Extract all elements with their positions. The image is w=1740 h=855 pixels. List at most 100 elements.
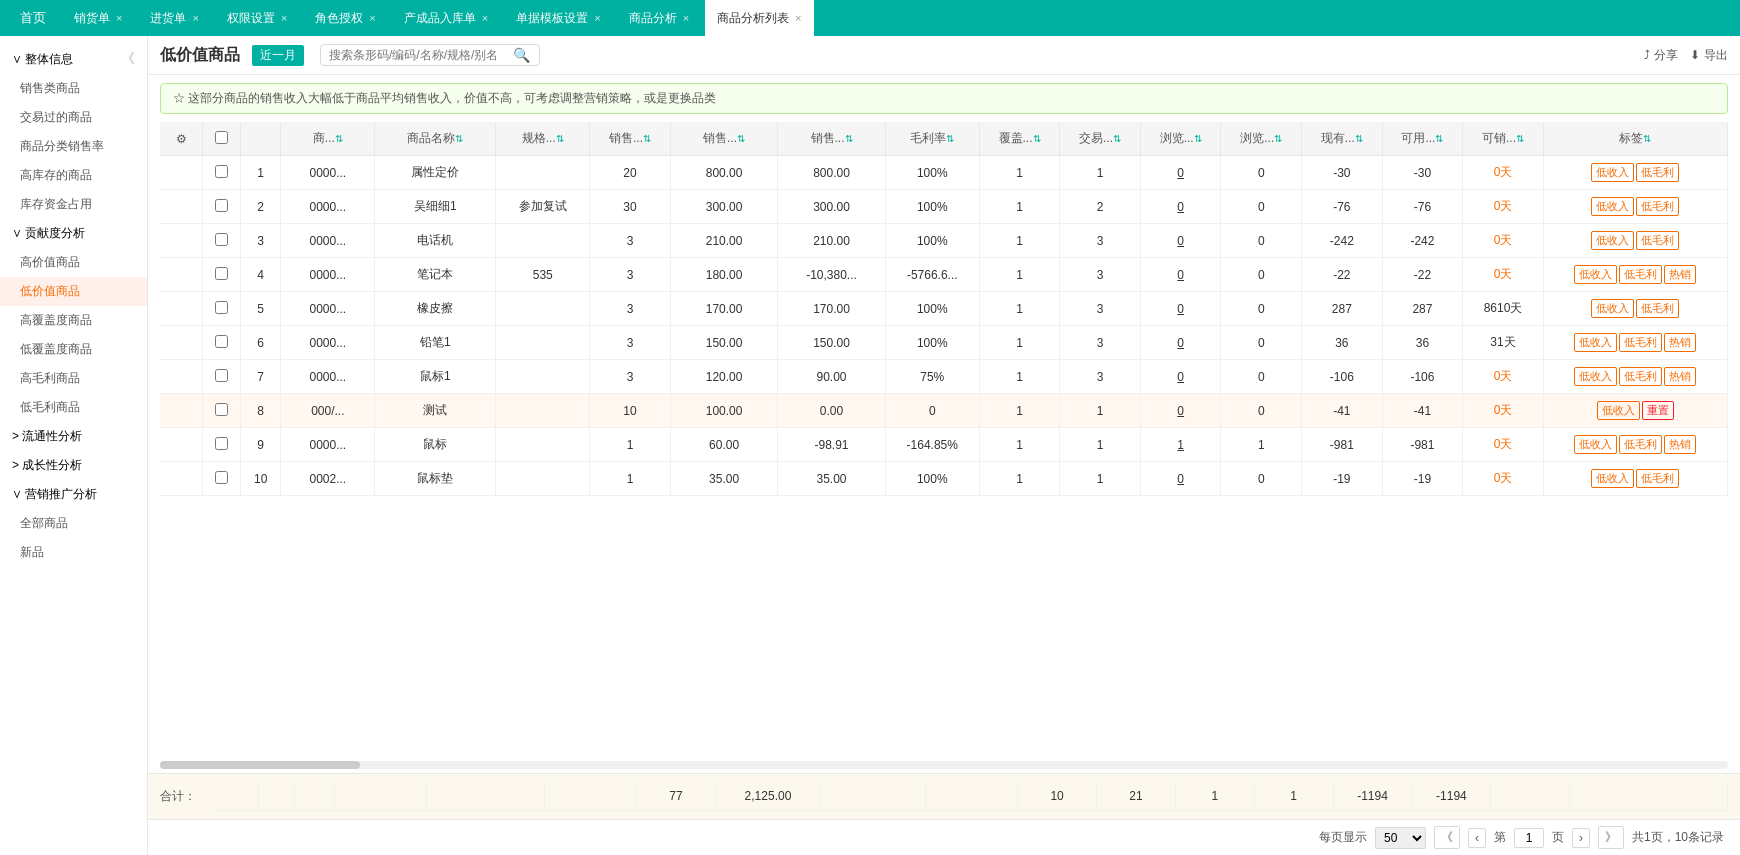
th-sales1[interactable]: 销售...⇅ [590, 122, 671, 156]
th-sales3[interactable]: 销售...⇅ [778, 122, 885, 156]
nav-tab-warehouse[interactable]: 产成品入库单 × [392, 0, 500, 36]
th-sellable[interactable]: 可销...⇅ [1463, 122, 1544, 156]
th-available[interactable]: 可用...⇅ [1382, 122, 1463, 156]
td-browse1[interactable]: 0 [1140, 156, 1221, 190]
td-browse1[interactable]: 0 [1140, 224, 1221, 258]
th-checkbox[interactable] [203, 122, 241, 156]
sidebar-item-low-coverage[interactable]: 低覆盖度商品 [0, 335, 147, 364]
sidebar-group-header-growth[interactable]: > 成长性分析 [0, 451, 147, 480]
sidebar-item-high-coverage[interactable]: 高覆盖度商品 [0, 306, 147, 335]
td-checkbox[interactable] [203, 462, 241, 496]
td-browse1[interactable]: 0 [1140, 292, 1221, 326]
sidebar-item-traded[interactable]: 交易过的商品 [0, 103, 147, 132]
browse1-link[interactable]: 0 [1177, 472, 1184, 486]
th-coverage[interactable]: 覆盖...⇅ [979, 122, 1060, 156]
scrollbar-thumb[interactable] [160, 761, 360, 769]
export-button[interactable]: ⬇ 导出 [1690, 47, 1728, 64]
td-checkbox[interactable] [203, 326, 241, 360]
td-checkbox[interactable] [203, 394, 241, 428]
browse1-link[interactable]: 0 [1177, 234, 1184, 248]
td-browse1[interactable]: 1 [1140, 428, 1221, 462]
td-checkbox[interactable] [203, 190, 241, 224]
td-checkbox[interactable] [203, 258, 241, 292]
td-checkbox[interactable] [203, 360, 241, 394]
close-sales-tab[interactable]: × [116, 12, 122, 24]
sidebar-item-all-products[interactable]: 全部商品 [0, 509, 147, 538]
th-code[interactable]: 商...⇅ [281, 122, 375, 156]
row-checkbox[interactable] [215, 301, 228, 314]
sidebar-group-header-overall[interactable]: ∨ 整体信息 《 [0, 44, 147, 74]
td-checkbox[interactable] [203, 224, 241, 258]
nav-tab-analysis[interactable]: 商品分析 × [617, 0, 701, 36]
page-size-select[interactable]: 50 100 200 [1375, 827, 1426, 849]
browse1-link[interactable]: 0 [1177, 200, 1184, 214]
settings-icon[interactable]: ⚙ [176, 132, 187, 146]
th-current[interactable]: 现有...⇅ [1302, 122, 1383, 156]
row-checkbox[interactable] [215, 403, 228, 416]
nav-tab-home[interactable]: 首页 [8, 0, 58, 36]
th-trade[interactable]: 交易...⇅ [1060, 122, 1141, 156]
sidebar-group-header-flow[interactable]: > 流通性分析 [0, 422, 147, 451]
browse1-link[interactable]: 0 [1177, 302, 1184, 316]
close-analysis-tab[interactable]: × [683, 12, 689, 24]
period-badge[interactable]: 近一月 [252, 45, 304, 66]
nav-tab-roles[interactable]: 角色授权 × [303, 0, 387, 36]
browse1-link[interactable]: 0 [1177, 336, 1184, 350]
page-number-input[interactable] [1514, 828, 1544, 848]
sidebar-item-new-products[interactable]: 新品 [0, 538, 147, 567]
sidebar-item-high-margin[interactable]: 高毛利商品 [0, 364, 147, 393]
td-checkbox[interactable] [203, 428, 241, 462]
nav-tab-permissions[interactable]: 权限设置 × [215, 0, 299, 36]
row-checkbox[interactable] [215, 369, 228, 382]
last-page-button[interactable]: 》 [1598, 826, 1624, 849]
sidebar-item-inventory-capital[interactable]: 库存资金占用 [0, 190, 147, 219]
next-page-button[interactable]: › [1572, 828, 1590, 848]
th-margin[interactable]: 毛利率⇅ [885, 122, 979, 156]
close-analysis-list-tab[interactable]: × [795, 12, 801, 24]
sidebar-item-low-margin[interactable]: 低毛利商品 [0, 393, 147, 422]
th-browse2[interactable]: 浏览...⇅ [1221, 122, 1302, 156]
row-checkbox[interactable] [215, 233, 228, 246]
row-checkbox[interactable] [215, 199, 228, 212]
sidebar-item-high-value[interactable]: 高价值商品 [0, 248, 147, 277]
th-browse1[interactable]: 浏览...⇅ [1140, 122, 1221, 156]
browse1-link[interactable]: 0 [1177, 268, 1184, 282]
sidebar-group-header-marketing[interactable]: ∨ 营销推广分析 [0, 480, 147, 509]
td-browse1[interactable]: 0 [1140, 326, 1221, 360]
horizontal-scrollbar[interactable] [160, 761, 1728, 769]
td-browse1[interactable]: 0 [1140, 258, 1221, 292]
td-checkbox[interactable] [203, 292, 241, 326]
sidebar-item-low-value[interactable]: 低价值商品 [0, 277, 147, 306]
th-spec[interactable]: 规格...⇅ [496, 122, 590, 156]
select-all-checkbox[interactable] [215, 131, 228, 144]
prev-page-button[interactable]: ‹ [1468, 828, 1486, 848]
first-page-button[interactable]: 《 [1434, 826, 1460, 849]
sidebar-group-header-contribution[interactable]: ∨ 贡献度分析 [0, 219, 147, 248]
sidebar-item-sales-category[interactable]: 销售类商品 [0, 74, 147, 103]
row-checkbox[interactable] [215, 335, 228, 348]
th-name[interactable]: 商品名称⇅ [375, 122, 496, 156]
close-template-tab[interactable]: × [594, 12, 600, 24]
row-checkbox[interactable] [215, 437, 228, 450]
browse1-link[interactable]: 0 [1177, 370, 1184, 384]
browse1-link[interactable]: 1 [1177, 438, 1184, 452]
td-browse1[interactable]: 0 [1140, 462, 1221, 496]
td-checkbox[interactable] [203, 156, 241, 190]
th-sales2[interactable]: 销售...⇅ [670, 122, 777, 156]
search-input[interactable] [329, 48, 509, 62]
share-button[interactable]: ⤴ 分享 [1644, 47, 1678, 64]
close-warehouse-tab[interactable]: × [482, 12, 488, 24]
sidebar-collapse-icon[interactable]: 《 [121, 50, 135, 68]
close-roles-tab[interactable]: × [369, 12, 375, 24]
browse1-link[interactable]: 0 [1177, 404, 1184, 418]
td-browse1[interactable]: 0 [1140, 394, 1221, 428]
td-browse1[interactable]: 0 [1140, 190, 1221, 224]
row-checkbox[interactable] [215, 471, 228, 484]
sidebar-item-high-inventory[interactable]: 高库存的商品 [0, 161, 147, 190]
nav-tab-template[interactable]: 单据模板设置 × [504, 0, 612, 36]
close-purchase-tab[interactable]: × [192, 12, 198, 24]
browse1-link[interactable]: 0 [1177, 166, 1184, 180]
nav-tab-analysis-list[interactable]: 商品分析列表 × [705, 0, 813, 36]
row-checkbox[interactable] [215, 165, 228, 178]
sidebar-item-category-rate[interactable]: 商品分类销售率 [0, 132, 147, 161]
